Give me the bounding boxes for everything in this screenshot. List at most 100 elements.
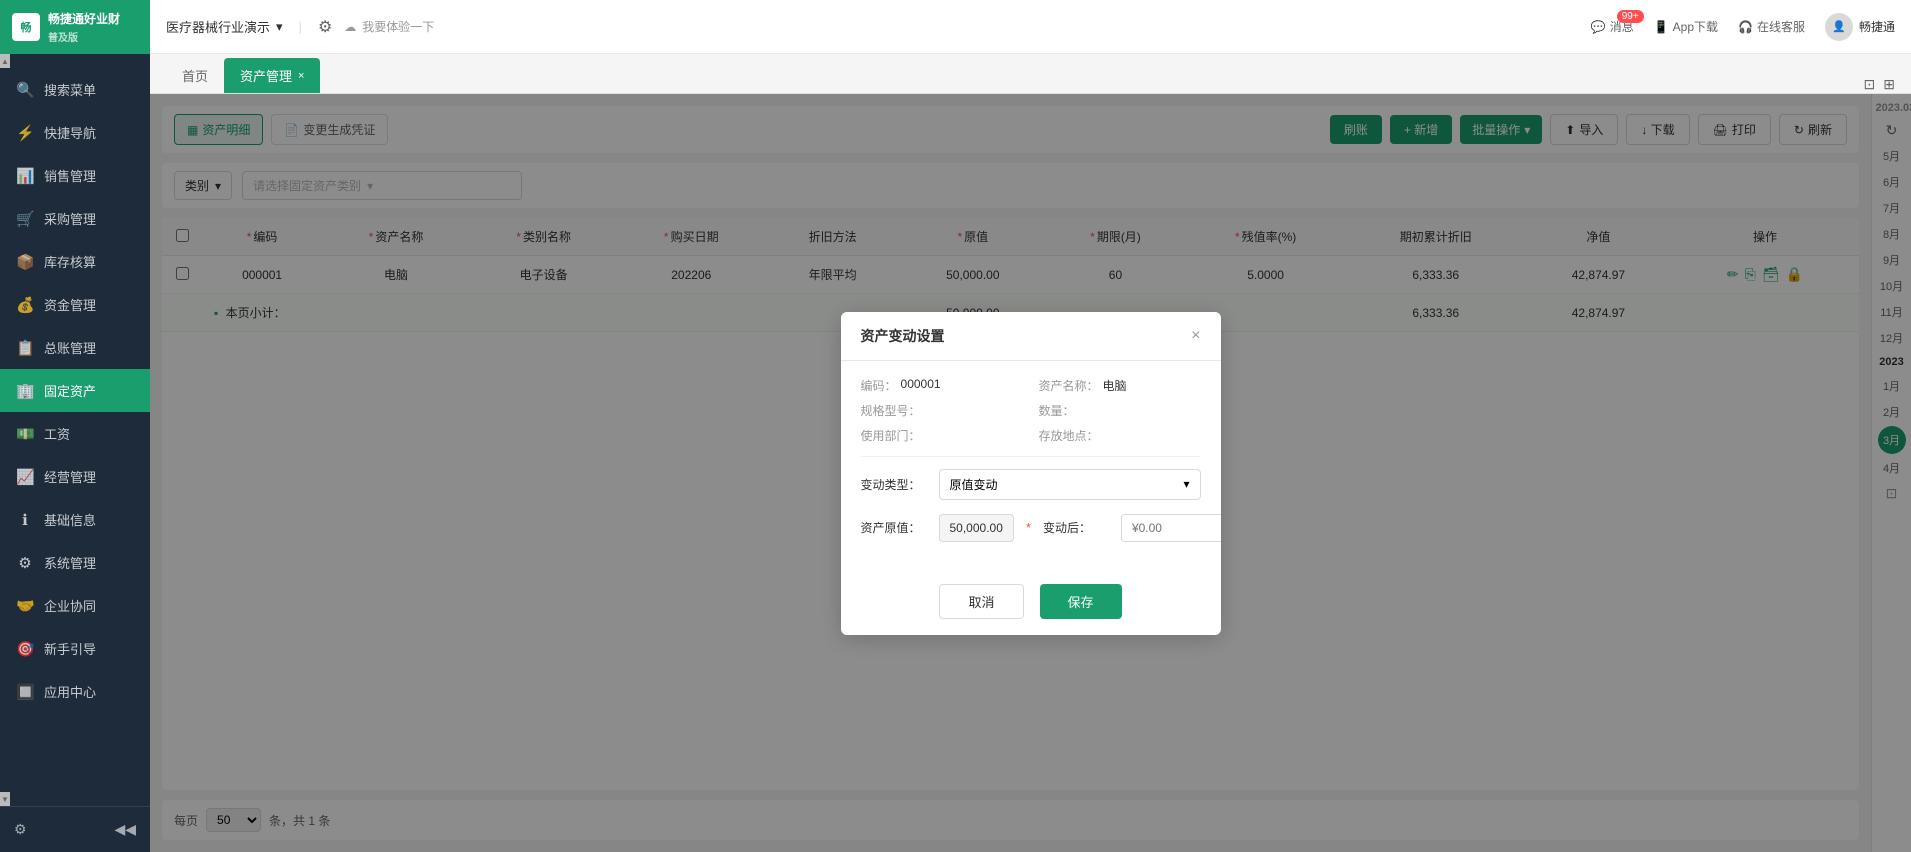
change-type-row: 变动类型： 原值变动 ▾ (861, 469, 1201, 500)
dept-label: 使用部门： (861, 427, 921, 444)
sidebar-item-label: 总账管理 (44, 338, 96, 357)
tab-home[interactable]: 首页 (166, 58, 224, 93)
sidebar-item-app-center[interactable]: 🔲 应用中心 (0, 670, 150, 713)
scroll-up-arrow[interactable]: ▲ (0, 54, 10, 68)
scroll-down-arrow[interactable]: ▼ (0, 792, 10, 806)
modal-footer: 取消 保存 (841, 572, 1221, 635)
quick-nav-icon: ⚡ (16, 124, 34, 142)
code-value: 000001 (901, 377, 941, 394)
window-expand-icon[interactable]: ⊞ (1883, 76, 1895, 93)
inventory-icon: 📦 (16, 253, 34, 271)
sidebar-item-label: 应用中心 (44, 682, 96, 701)
sidebar-item-ledger[interactable]: 📋 总账管理 (0, 326, 150, 369)
sidebar-item-collab[interactable]: 🤝 企业协同 (0, 584, 150, 627)
settings-button[interactable]: ⚙ (10, 817, 31, 842)
system-icon: ⚙ (16, 554, 34, 572)
window-restore-icon[interactable]: ⊡ (1864, 76, 1876, 93)
modal-close-button[interactable]: × (1191, 327, 1200, 345)
cloud-text: 我要体验一下 (362, 18, 434, 35)
sidebar-item-label: 销售管理 (44, 166, 96, 185)
modal-header: 资产变动设置 × (841, 312, 1221, 361)
phone-icon: 📱 (1654, 20, 1669, 34)
cancel-button[interactable]: 取消 (939, 584, 1023, 619)
search-icon: 🔍 (16, 81, 34, 99)
content-area: ▦ 资产明细 📄 变更生成凭证 刷账 + 新增 (150, 94, 1911, 852)
location-label: 存放地点： (1039, 427, 1099, 444)
required-star: * (1026, 520, 1031, 535)
spec-label: 规格型号： (861, 402, 921, 419)
save-button[interactable]: 保存 (1040, 584, 1122, 619)
divider: | (299, 19, 302, 34)
asset-original-value: 50,000.00 (939, 514, 1014, 542)
sidebar-item-guide[interactable]: 🎯 新手引导 (0, 627, 150, 670)
sidebar-item-sales[interactable]: 📊 销售管理 (0, 154, 150, 197)
sidebar-item-quick-nav[interactable]: ⚡ 快捷导航 (0, 111, 150, 154)
company-dropdown-icon: ▾ (276, 19, 283, 35)
app-center-icon: 🔲 (16, 683, 34, 701)
service-label: 在线客服 (1757, 18, 1805, 35)
sidebar-item-inventory[interactable]: 📦 库存核算 (0, 240, 150, 283)
tab-window-controls: ⊡ ⊞ (1864, 76, 1895, 93)
tab-close-icon[interactable]: × (298, 70, 304, 82)
sidebar: 畅 畅捷通好业财 普及版 ▲ 🔍 搜索菜单 ⚡ 快捷导航 📊 销售管理 🛒 采购… (0, 0, 150, 852)
modal-spec: 规格型号： (861, 402, 1023, 419)
headset-icon: 🎧 (1738, 20, 1753, 34)
username: 畅捷通 (1859, 18, 1895, 35)
message-icon: 💬 (1591, 20, 1606, 34)
modal-title: 资产变动设置 (861, 326, 945, 346)
asset-name-label: 资产名称： (1039, 377, 1099, 394)
sidebar-item-label: 经营管理 (44, 467, 96, 486)
payroll-icon: 💵 (16, 425, 34, 443)
tab-asset-management[interactable]: 资产管理 × (224, 58, 320, 93)
topbar-settings-button[interactable]: ⚙ (318, 17, 332, 37)
avatar: 👤 (1825, 13, 1853, 41)
ops-icon: 📈 (16, 468, 34, 486)
company-selector[interactable]: 医疗器械行业演示 ▾ (166, 17, 283, 36)
company-name: 医疗器械行业演示 (166, 17, 270, 36)
change-type-value: 原值变动 (950, 476, 998, 493)
sidebar-bottom: ⚙ ◀◀ (0, 806, 150, 852)
sidebar-item-purchase[interactable]: 🛒 采购管理 (0, 197, 150, 240)
app-download-button[interactable]: 📱 App下载 (1654, 18, 1718, 35)
cloud-experience-button[interactable]: ☁ 我要体验一下 (344, 18, 434, 35)
topbar-right: 💬 消息 99+ 📱 App下载 🎧 在线客服 👤 畅捷通 (1591, 13, 1895, 41)
modal-quantity: 数量： (1039, 402, 1201, 419)
messages-button[interactable]: 💬 消息 99+ (1591, 18, 1634, 35)
sidebar-item-search[interactable]: 🔍 搜索菜单 (0, 68, 150, 111)
fixed-assets-icon: 🏢 (16, 382, 34, 400)
sidebar-item-system[interactable]: ⚙ 系统管理 (0, 541, 150, 584)
change-type-label: 变动类型： (861, 476, 931, 493)
sidebar-item-label: 企业协同 (44, 596, 96, 615)
tab-bar: 首页 资产管理 × ⊡ ⊞ (150, 54, 1911, 94)
sidebar-item-fixed-assets[interactable]: 🏢 固定资产 (0, 369, 150, 412)
sidebar-item-label: 采购管理 (44, 209, 96, 228)
change-type-select[interactable]: 原值变动 ▾ (939, 469, 1201, 500)
sidebar-item-ops[interactable]: 📈 经营管理 (0, 455, 150, 498)
user-menu[interactable]: 👤 畅捷通 (1825, 13, 1895, 41)
sidebar-item-label: 库存核算 (44, 252, 96, 271)
cloud-icon: ☁ (344, 20, 356, 34)
asset-value-row: 资产原值： 50,000.00 * 变动后： (861, 514, 1201, 542)
asset-name-value: 电脑 (1103, 377, 1127, 394)
brand-edition: 普及版 (48, 29, 120, 44)
asset-change-modal: 资产变动设置 × 编码： 000001 资产名称： 电脑 (841, 312, 1221, 635)
sidebar-item-label: 搜索菜单 (44, 80, 96, 99)
tab-asset-label: 资产管理 (240, 66, 292, 85)
asset-original-label: 资产原值： (861, 519, 931, 536)
sidebar-item-finance[interactable]: 💰 资金管理 (0, 283, 150, 326)
after-change-input[interactable] (1121, 514, 1221, 542)
brand-icon: 畅 (12, 13, 40, 41)
modal-overlay[interactable]: 资产变动设置 × 编码： 000001 资产名称： 电脑 (150, 94, 1911, 852)
tab-home-label: 首页 (182, 66, 208, 85)
top-bar: 医疗器械行业演示 ▾ | ⚙ ☁ 我要体验一下 💬 消息 99+ 📱 App下载… (150, 0, 1911, 54)
sidebar-item-payroll[interactable]: 💵 工资 (0, 412, 150, 455)
modal-info-grid: 编码： 000001 资产名称： 电脑 规格型号： 数量： (861, 377, 1201, 457)
service-button[interactable]: 🎧 在线客服 (1738, 18, 1805, 35)
change-type-arrow: ▾ (1183, 477, 1189, 491)
code-label: 编码： (861, 377, 897, 394)
sidebar-item-label: 新手引导 (44, 639, 96, 658)
sidebar-item-label: 固定资产 (44, 381, 96, 400)
collapse-sidebar-button[interactable]: ◀◀ (110, 817, 140, 842)
sales-icon: 📊 (16, 167, 34, 185)
sidebar-item-basic-info[interactable]: ℹ 基础信息 (0, 498, 150, 541)
